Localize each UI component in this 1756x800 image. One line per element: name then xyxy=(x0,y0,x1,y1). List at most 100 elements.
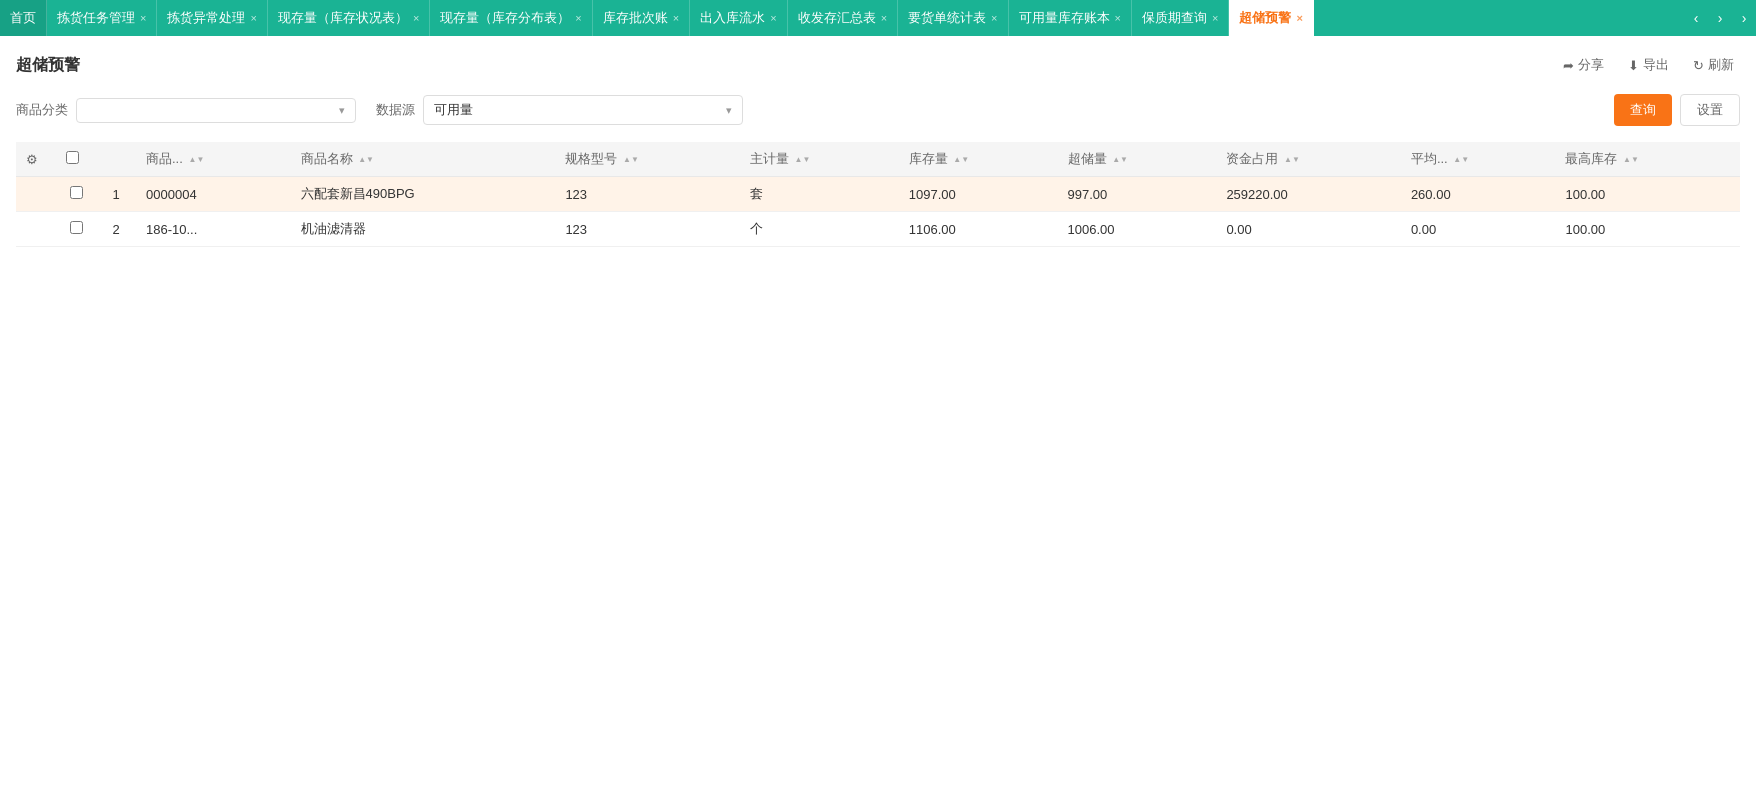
filter-row: 商品分类 ▾ 数据源 可用量 ▾ 查询 设置 xyxy=(16,94,1740,126)
nav-item-purchase-stats[interactable]: 要货单统计表 × xyxy=(898,0,1008,36)
row-checkbox-cell[interactable] xyxy=(56,177,96,212)
close-icon[interactable]: × xyxy=(250,12,256,24)
row-max-stock: 100.00 xyxy=(1555,177,1740,212)
close-icon[interactable]: × xyxy=(1212,12,1218,24)
close-icon[interactable]: × xyxy=(413,12,419,24)
chevron-down-icon: ▾ xyxy=(726,104,732,117)
th-product-name[interactable]: 商品名称 ▲▼ xyxy=(291,142,556,177)
nav-label: 拣货异常处理 xyxy=(167,9,245,27)
export-button[interactable]: ⬇ 导出 xyxy=(1622,52,1675,78)
nav-label: 超储预警 xyxy=(1239,9,1291,27)
row-checkbox-cell[interactable] xyxy=(56,212,96,247)
row-checkbox[interactable] xyxy=(70,221,83,234)
filter-datasource: 数据源 可用量 ▾ xyxy=(376,95,743,125)
nav-label: 首页 xyxy=(10,9,36,27)
nav-item-overstock[interactable]: 超储预警 × xyxy=(1229,0,1313,36)
page-header: 超储预警 ➦ 分享 ⬇ 导出 ↻ 刷新 xyxy=(16,52,1740,78)
nav-label: 保质期查询 xyxy=(1142,9,1207,27)
row-product-code: 186-10... xyxy=(136,212,291,247)
close-icon[interactable]: × xyxy=(770,12,776,24)
refresh-label: 刷新 xyxy=(1708,56,1734,74)
nav-item-inventory-status[interactable]: 现存量（库存状况表） × xyxy=(268,0,430,36)
close-icon[interactable]: × xyxy=(673,12,679,24)
filter-right: 查询 设置 xyxy=(1614,94,1740,126)
row-spec-model: 123 xyxy=(555,177,740,212)
row-index: 2 xyxy=(96,212,136,247)
sort-icon: ▲▼ xyxy=(358,156,374,164)
th-capital[interactable]: 资金占用 ▲▼ xyxy=(1216,142,1401,177)
export-icon: ⬇ xyxy=(1628,58,1639,73)
share-button[interactable]: ➦ 分享 xyxy=(1557,52,1610,78)
nav-label: 库存批次账 xyxy=(603,9,668,27)
query-button[interactable]: 查询 xyxy=(1614,94,1672,126)
sort-icon: ▲▼ xyxy=(953,156,969,164)
chevron-down-icon: ▾ xyxy=(339,104,345,117)
data-table: ⚙ 商品... ▲▼ 商品名称 ▲▼ 规格型号 ▲▼ xyxy=(16,142,1740,247)
row-avg: 260.00 xyxy=(1401,177,1556,212)
sort-icon: ▲▼ xyxy=(1112,156,1128,164)
close-icon[interactable]: × xyxy=(140,12,146,24)
row-checkbox[interactable] xyxy=(70,186,83,199)
refresh-icon: ↻ xyxy=(1693,58,1704,73)
th-spec-model[interactable]: 规格型号 ▲▼ xyxy=(555,142,740,177)
nav-item-exception[interactable]: 拣货异常处理 × xyxy=(157,0,267,36)
nav-label: 现存量（库存分布表） xyxy=(440,9,570,27)
row-product-name: 机油滤清器 xyxy=(291,212,556,247)
table-row: 1 0000004 六配套新昌490BPG 123 套 1097.00 997.… xyxy=(16,177,1740,212)
th-gear[interactable]: ⚙ xyxy=(16,142,56,177)
th-product-code[interactable]: 商品... ▲▼ xyxy=(136,142,291,177)
export-label: 导出 xyxy=(1643,56,1669,74)
row-stock: 1106.00 xyxy=(899,212,1058,247)
nav-more-button[interactable]: › xyxy=(1732,0,1756,36)
datasource-value: 可用量 xyxy=(434,101,473,119)
page-actions: ➦ 分享 ⬇ 导出 ↻ 刷新 xyxy=(1557,52,1740,78)
datasource-select[interactable]: 可用量 ▾ xyxy=(423,95,743,125)
top-navigation: 首页 拣货任务管理 × 拣货异常处理 × 现存量（库存状况表） × 现存量（库存… xyxy=(0,0,1756,36)
nav-item-available[interactable]: 可用量库存账本 × xyxy=(1009,0,1132,36)
th-index xyxy=(96,142,136,177)
th-overstock[interactable]: 超储量 ▲▼ xyxy=(1058,142,1217,177)
row-stock: 1097.00 xyxy=(899,177,1058,212)
table-row: 2 186-10... 机油滤清器 123 个 1106.00 1006.00 … xyxy=(16,212,1740,247)
th-unit[interactable]: 主计量 ▲▼ xyxy=(740,142,899,177)
nav-item-summary[interactable]: 收发存汇总表 × xyxy=(788,0,898,36)
th-label: 资金占用 xyxy=(1226,151,1278,166)
close-icon[interactable]: × xyxy=(575,12,581,24)
row-gear xyxy=(16,177,56,212)
nav-item-flow[interactable]: 出入库流水 × xyxy=(690,0,787,36)
category-select[interactable]: ▾ xyxy=(76,98,356,123)
sort-icon: ▲▼ xyxy=(795,156,811,164)
select-all-checkbox[interactable] xyxy=(66,151,79,164)
refresh-button[interactable]: ↻ 刷新 xyxy=(1687,52,1740,78)
row-unit: 套 xyxy=(740,177,899,212)
category-label: 商品分类 xyxy=(16,101,68,119)
th-stock[interactable]: 库存量 ▲▼ xyxy=(899,142,1058,177)
datasource-label: 数据源 xyxy=(376,101,415,119)
th-checkbox[interactable] xyxy=(56,142,96,177)
filter-left: 商品分类 ▾ 数据源 可用量 ▾ xyxy=(16,95,743,125)
nav-item-expiry[interactable]: 保质期查询 × xyxy=(1132,0,1229,36)
close-icon[interactable]: × xyxy=(991,12,997,24)
sort-icon: ▲▼ xyxy=(1623,156,1639,164)
table-header-row: ⚙ 商品... ▲▼ 商品名称 ▲▼ 规格型号 ▲▼ xyxy=(16,142,1740,177)
row-spec-model: 123 xyxy=(555,212,740,247)
main-content: 超储预警 ➦ 分享 ⬇ 导出 ↻ 刷新 商品分类 ▾ xyxy=(0,36,1756,800)
th-max-stock[interactable]: 最高库存 ▲▼ xyxy=(1555,142,1740,177)
th-label: 平均... xyxy=(1411,151,1448,166)
nav-prev-button[interactable]: ‹ xyxy=(1684,0,1708,36)
row-gear xyxy=(16,212,56,247)
settings-button[interactable]: 设置 xyxy=(1680,94,1740,126)
th-label: 主计量 xyxy=(750,151,789,166)
nav-next-button[interactable]: › xyxy=(1708,0,1732,36)
close-icon[interactable]: × xyxy=(1296,12,1302,24)
close-icon[interactable]: × xyxy=(881,12,887,24)
th-label: 超储量 xyxy=(1068,151,1107,166)
nav-item-inventory-dist[interactable]: 现存量（库存分布表） × xyxy=(430,0,592,36)
row-capital: 259220.00 xyxy=(1216,177,1401,212)
nav-item-home[interactable]: 首页 xyxy=(0,0,47,36)
th-avg[interactable]: 平均... ▲▼ xyxy=(1401,142,1556,177)
close-icon[interactable]: × xyxy=(1115,12,1121,24)
nav-item-batch[interactable]: 库存批次账 × xyxy=(593,0,690,36)
nav-item-task[interactable]: 拣货任务管理 × xyxy=(47,0,157,36)
row-index: 1 xyxy=(96,177,136,212)
